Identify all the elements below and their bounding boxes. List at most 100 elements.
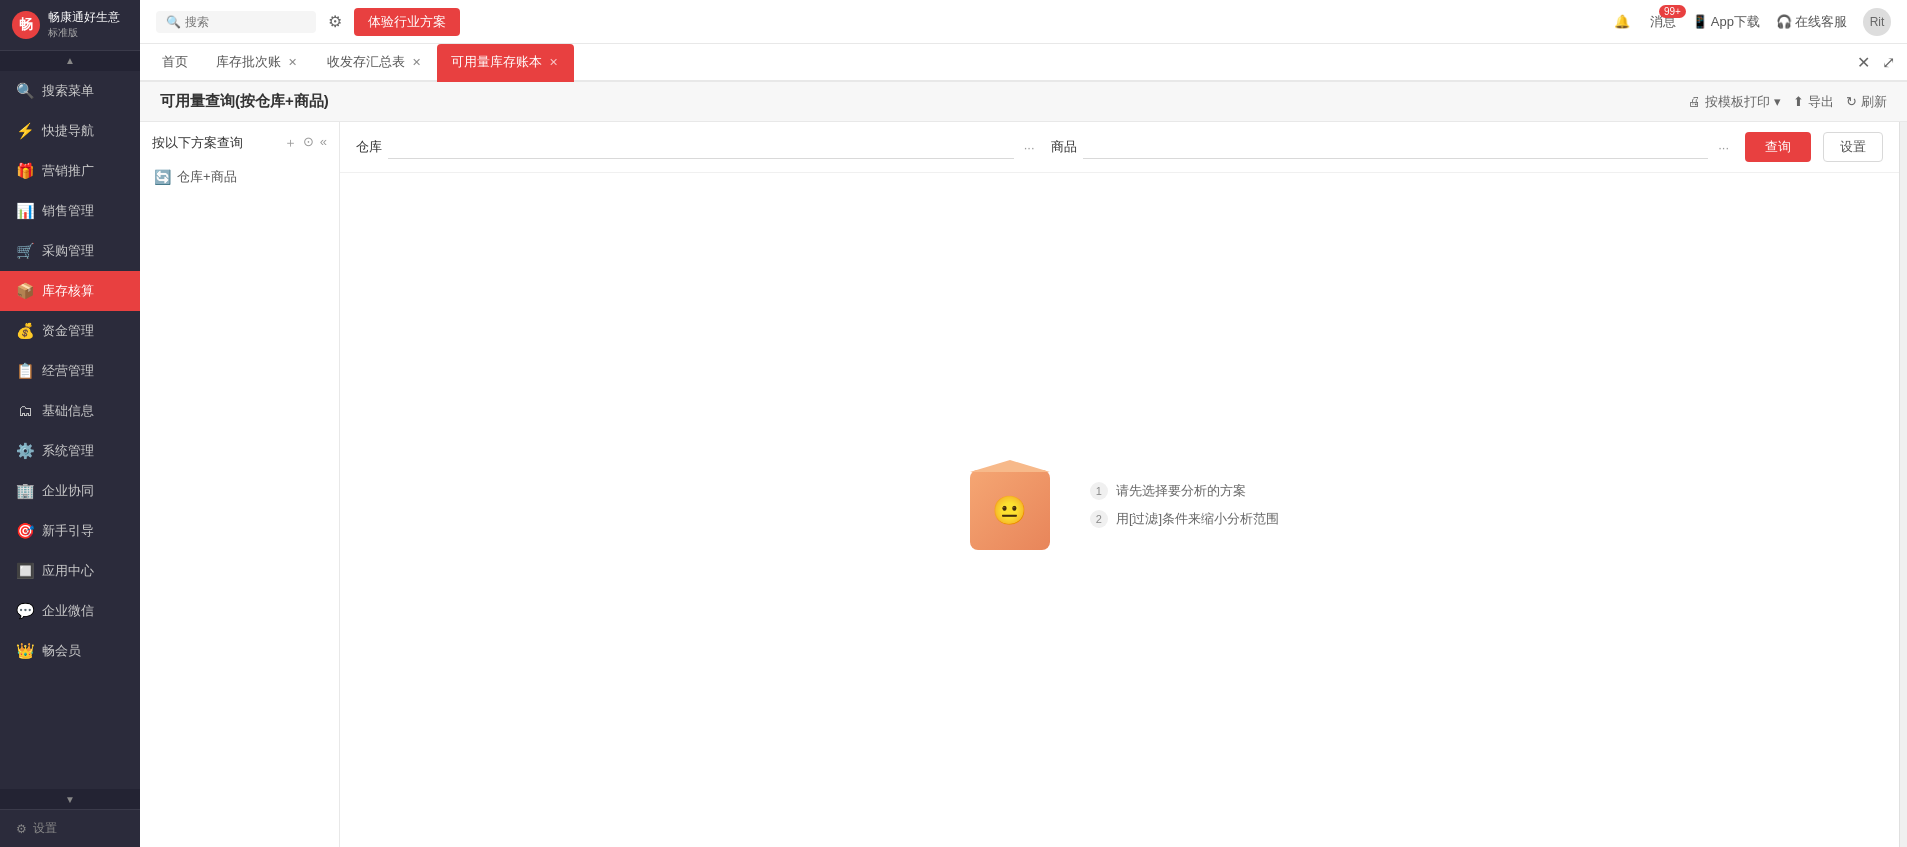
- tab-close-available[interactable]: ✕: [546, 55, 560, 69]
- page-title: 可用量查询(按仓库+商品): [160, 92, 329, 111]
- sidebar-item-newbie[interactable]: 🎯 新手引导: [0, 511, 140, 551]
- tab-label-batch: 库存批次账: [216, 53, 281, 71]
- warehouse-label: 仓库: [356, 138, 382, 156]
- sidebar-item-wecom[interactable]: 💬 企业微信: [0, 591, 140, 631]
- chevron-down-icon: ▾: [1774, 94, 1781, 109]
- phone-icon: 📱: [1692, 14, 1708, 29]
- sidebar-item-basic[interactable]: 🗂 基础信息: [0, 391, 140, 431]
- goods-more-icon[interactable]: ···: [1714, 140, 1733, 155]
- hint-num-1: 1: [1090, 482, 1108, 500]
- sidebar-item-member[interactable]: 👑 畅会员: [0, 631, 140, 671]
- tab-batch[interactable]: 库存批次账 ✕: [202, 44, 313, 82]
- sidebar-bottom[interactable]: ⚙ 设置: [0, 809, 140, 847]
- sidebar-item-shortcut[interactable]: ⚡ 快捷导航: [0, 111, 140, 151]
- sidebar-logo: 畅 畅康通好生意 标准版: [0, 0, 140, 51]
- empty-hints: 1 请先选择要分析的方案 2 用[过滤]条件来缩小分析范围: [1090, 482, 1279, 538]
- right-scrollbar: [1899, 122, 1907, 847]
- sidebar-label-enterprise: 企业协同: [42, 482, 94, 500]
- sidebar-label-system: 系统管理: [42, 442, 94, 460]
- topbar: 🔍 ⚙ 体验行业方案 🔔 99+ 消息 📱 App下载 🎧 在线客服 Rit: [140, 0, 1907, 44]
- sidebar-label-newbie: 新手引导: [42, 522, 94, 540]
- user-avatar[interactable]: Rit: [1863, 8, 1891, 36]
- filter-panel: 按以下方案查询 ＋ ⊙ « 🔄 仓库+商品: [140, 122, 340, 847]
- bell-icon: 🔔: [1614, 14, 1630, 29]
- maximize-button[interactable]: ⤢: [1878, 49, 1899, 76]
- apps-icon: 🔲: [16, 562, 34, 580]
- tab-close-batch[interactable]: ✕: [285, 55, 299, 69]
- sidebar-label-member: 畅会员: [42, 642, 81, 660]
- purchase-icon: 🛒: [16, 242, 34, 260]
- export-button[interactable]: ⬆ 导出: [1793, 93, 1834, 111]
- add-scheme-icon[interactable]: ＋: [284, 134, 297, 152]
- sidebar-scroll-up[interactable]: ▲: [0, 51, 140, 71]
- sidebar-item-marketing[interactable]: 🎁 营销推广: [0, 151, 140, 191]
- refresh-button[interactable]: ↻ 刷新: [1846, 93, 1887, 111]
- collapse-left-icon[interactable]: «: [320, 134, 327, 152]
- sidebar-item-finance[interactable]: 💰 资金管理: [0, 311, 140, 351]
- page-header: 可用量查询(按仓库+商品) 🖨 按模板打印 ▾ ⬆ 导出 ↻ 刷新: [140, 82, 1907, 122]
- warehouse-more-icon[interactable]: ···: [1020, 140, 1039, 155]
- sidebar-label-basic: 基础信息: [42, 402, 94, 420]
- print-button[interactable]: 🖨 按模板打印 ▾: [1688, 93, 1781, 111]
- scheme-item-warehouse-goods[interactable]: 🔄 仓库+商品: [140, 160, 339, 194]
- tab-close-summary[interactable]: ✕: [409, 55, 423, 69]
- settings-icon[interactable]: ⚙: [324, 8, 346, 35]
- inventory-icon: 📦: [16, 282, 34, 300]
- sidebar-label-inventory: 库存核算: [42, 282, 94, 300]
- goods-input[interactable]: [1083, 135, 1709, 159]
- newbie-icon: 🎯: [16, 522, 34, 540]
- scheme-settings-icon[interactable]: ⊙: [303, 134, 314, 152]
- wecom-icon: 💬: [16, 602, 34, 620]
- sidebar-item-purchase[interactable]: 🛒 采购管理: [0, 231, 140, 271]
- gear-icon: ⚙: [16, 822, 27, 836]
- sidebar-item-enterprise[interactable]: 🏢 企业协同: [0, 471, 140, 511]
- search-icon: 🔍: [166, 15, 181, 29]
- main-area: 🔍 ⚙ 体验行业方案 🔔 99+ 消息 📱 App下载 🎧 在线客服 Rit 首…: [140, 0, 1907, 847]
- refresh-icon: ↻: [1846, 94, 1857, 109]
- sidebar-scroll-down[interactable]: ▼: [0, 789, 140, 809]
- scheme-label: 仓库+商品: [177, 168, 237, 186]
- column-settings-button[interactable]: 设置: [1823, 132, 1883, 162]
- tab-label-home: 首页: [162, 53, 188, 71]
- app-download-link[interactable]: 📱 App下载: [1692, 13, 1760, 31]
- tab-home[interactable]: 首页: [148, 44, 202, 82]
- message-icon[interactable]: 🔔 99+ 消息: [1614, 13, 1676, 31]
- shortcut-icon: ⚡: [16, 122, 34, 140]
- scheme-icon: 🔄: [154, 169, 171, 185]
- tab-summary[interactable]: 收发存汇总表 ✕: [313, 44, 437, 82]
- tabs-bar: 首页 库存批次账 ✕ 收发存汇总表 ✕ 可用量库存账本 ✕ ✕ ⤢: [140, 44, 1907, 82]
- sidebar-item-apps[interactable]: 🔲 应用中心: [0, 551, 140, 591]
- content-area: 按以下方案查询 ＋ ⊙ « 🔄 仓库+商品 仓库 ···: [140, 122, 1907, 847]
- tabs-actions: ✕ ⤢: [1853, 49, 1907, 76]
- filter-header-label: 按以下方案查询: [152, 134, 243, 152]
- query-button[interactable]: 查询: [1745, 132, 1811, 162]
- tab-label-available: 可用量库存账本: [451, 53, 542, 71]
- trial-button[interactable]: 体验行业方案: [354, 8, 460, 36]
- sidebar-item-inventory[interactable]: 📦 库存核算: [0, 271, 140, 311]
- search-input[interactable]: [185, 15, 295, 29]
- basic-icon: 🗂: [16, 402, 34, 419]
- warehouse-input[interactable]: [388, 135, 1014, 159]
- sidebar-nav: 🔍 搜索菜单⚡ 快捷导航🎁 营销推广📊 销售管理🛒 采购管理📦 库存核算💰 资金…: [0, 71, 140, 789]
- online-support-link[interactable]: 🎧 在线客服: [1776, 13, 1847, 31]
- query-area: 仓库 ··· 商品 ··· 查询 设置 😐: [340, 122, 1899, 847]
- goods-field: 商品 ···: [1051, 135, 1734, 159]
- sidebar-label-purchase: 采购管理: [42, 242, 94, 260]
- sidebar-item-operation[interactable]: 📋 经营管理: [0, 351, 140, 391]
- sidebar-item-search[interactable]: 🔍 搜索菜单: [0, 71, 140, 111]
- logo-name: 畅康通好生意: [48, 10, 120, 26]
- tab-available[interactable]: 可用量库存账本 ✕: [437, 44, 574, 82]
- logo-icon: 畅: [12, 11, 40, 39]
- sales-icon: 📊: [16, 202, 34, 220]
- sidebar-item-system[interactable]: ⚙️ 系统管理: [0, 431, 140, 471]
- box-icon: 😐: [970, 470, 1050, 550]
- sidebar-label-shortcut: 快捷导航: [42, 122, 94, 140]
- topbar-right: 🔔 99+ 消息 📱 App下载 🎧 在线客服 Rit: [1614, 8, 1891, 36]
- close-tab-button[interactable]: ✕: [1853, 49, 1874, 76]
- hint-text-1: 请先选择要分析的方案: [1116, 482, 1246, 500]
- filter-icons: ＋ ⊙ «: [284, 134, 327, 152]
- export-icon: ⬆: [1793, 94, 1804, 109]
- tab-label-summary: 收发存汇总表: [327, 53, 405, 71]
- sidebar-item-sales[interactable]: 📊 销售管理: [0, 191, 140, 231]
- sidebar-label-apps: 应用中心: [42, 562, 94, 580]
